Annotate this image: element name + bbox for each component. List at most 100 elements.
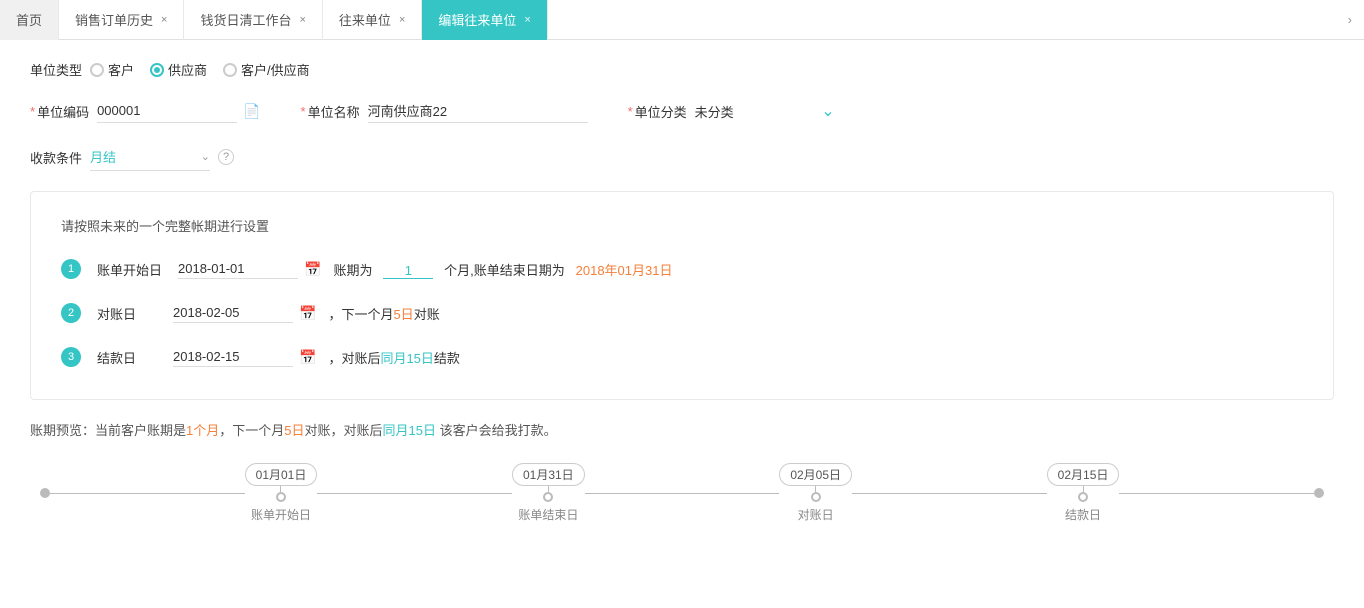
timeline-point-2: 01月31日 账单结束日 bbox=[512, 463, 585, 523]
tab-edit-contacts[interactable]: 编辑往来单位 × bbox=[422, 0, 547, 40]
unit-code-label: 单位编码 bbox=[37, 102, 89, 121]
timeline-dot-4 bbox=[1078, 492, 1088, 502]
unit-type-label: 单位类型 bbox=[30, 60, 82, 79]
payment-terms-item: 收款条件 月结 ⌄ ? bbox=[30, 143, 234, 171]
period-desc-prefix: 账期为 bbox=[333, 263, 372, 278]
unit-code-input[interactable] bbox=[97, 99, 237, 123]
period-start-desc: 账期为 个月,账单结束日期为 2018年01月31日 bbox=[333, 260, 672, 279]
timeline-point-3: 02月05日 对账日 bbox=[779, 463, 852, 523]
preview-prefix: 账期预览：当前客户账期是 bbox=[30, 423, 186, 438]
payment-terms-arrow-icon: ⌄ bbox=[201, 150, 210, 163]
preview-part2: 5日 bbox=[284, 423, 304, 438]
tab-cashflow-label: 钱货日清工作台 bbox=[200, 10, 291, 29]
unit-category-item: * 单位分类 未分类 ⌄ bbox=[628, 101, 835, 121]
period-payment-desc: ，对账后同月15日结款 bbox=[328, 348, 460, 367]
period-reconcile-date-input[interactable] bbox=[173, 303, 293, 323]
unit-code-item: * 单位编码 📄 bbox=[30, 99, 261, 123]
timeline-date-4: 02月15日 bbox=[1047, 463, 1120, 486]
period-start-calendar-icon[interactable]: 📅 bbox=[304, 261, 321, 278]
period-reconcile-prefix: ，下一个月 bbox=[328, 307, 393, 322]
tab-contacts-label: 往来单位 bbox=[339, 10, 391, 29]
unit-info-row: * 单位编码 📄 * 单位名称 * 单位分类 未分类 ⌄ bbox=[30, 99, 1334, 123]
period-months-input[interactable] bbox=[383, 263, 433, 279]
unit-category-select[interactable]: 未分类 ⌄ bbox=[695, 101, 835, 121]
period-reconcile-suffix: 对账 bbox=[414, 307, 440, 322]
radio-supplier-label: 供应商 bbox=[168, 60, 207, 79]
period-card: 请按照未来的一个完整帐期进行设置 1 账单开始日 📅 账期为 个月,账单结束日期… bbox=[30, 191, 1334, 400]
unit-code-star: * bbox=[30, 104, 35, 119]
preview-mid1: ，下一个月 bbox=[219, 423, 284, 438]
tab-contacts[interactable]: 往来单位 × bbox=[323, 0, 422, 40]
tab-cashflow[interactable]: 钱货日清工作台 × bbox=[184, 0, 322, 40]
radio-customer-circle bbox=[90, 63, 104, 77]
tab-cashflow-close[interactable]: × bbox=[299, 14, 305, 26]
period-end-date-highlight: 2018年01月31日 bbox=[576, 263, 673, 278]
tabs-bar: 首页 销售订单历史 × 钱货日清工作台 × 往来单位 × 编辑往来单位 × › bbox=[0, 0, 1364, 40]
unit-category-star: * bbox=[628, 104, 633, 119]
unit-category-label: 单位分类 bbox=[635, 102, 687, 121]
unit-type-row: 单位类型 客户 供应商 客户/供应商 bbox=[30, 60, 1334, 79]
unit-type-radio-group: 客户 供应商 客户/供应商 bbox=[90, 60, 310, 79]
payment-terms-help-icon[interactable]: ? bbox=[218, 149, 234, 165]
timeline-line-4 bbox=[852, 493, 1047, 494]
period-row-3: 3 结款日 📅 ，对账后同月15日结款 bbox=[61, 347, 1303, 367]
timeline-date-1: 01月01日 bbox=[245, 463, 318, 486]
preview-mid2: 对账，对账后 bbox=[305, 423, 383, 438]
radio-both-circle bbox=[223, 63, 237, 77]
period-card-title: 请按照未来的一个完整帐期进行设置 bbox=[61, 216, 1303, 235]
period-payment-prefix: ，对账后 bbox=[328, 351, 380, 366]
period-payment-highlight: 同月15日 bbox=[380, 351, 433, 366]
tab-edit-contacts-close[interactable]: × bbox=[524, 14, 530, 26]
tab-expand-button[interactable]: › bbox=[1336, 0, 1364, 40]
timeline-label-1: 账单开始日 bbox=[251, 506, 311, 523]
payment-terms-value: 月结 bbox=[90, 147, 195, 166]
radio-customer-label: 客户 bbox=[108, 60, 134, 79]
category-arrow-icon: ⌄ bbox=[821, 101, 834, 121]
timeline-date-2: 01月31日 bbox=[512, 463, 585, 486]
timeline-dot-3 bbox=[811, 492, 821, 502]
unit-code-icon[interactable]: 📄 bbox=[243, 103, 260, 120]
tab-home-label: 首页 bbox=[16, 10, 42, 29]
main-content: 单位类型 客户 供应商 客户/供应商 * 单位编码 bbox=[0, 40, 1364, 608]
timeline-date-3: 02月05日 bbox=[779, 463, 852, 486]
timeline-start-dot bbox=[40, 488, 50, 498]
period-reconcile-highlight: 5日 bbox=[393, 307, 413, 322]
payment-terms-row: 收款条件 月结 ⌄ ? bbox=[30, 143, 1334, 171]
tab-home[interactable]: 首页 bbox=[0, 0, 59, 40]
tab-sales-label: 销售订单历史 bbox=[75, 10, 153, 29]
tab-sales-close[interactable]: × bbox=[161, 14, 167, 26]
period-reconcile-desc: ，下一个月5日对账 bbox=[328, 304, 439, 323]
period-num-1: 1 bbox=[61, 259, 81, 279]
timeline-label-4: 结款日 bbox=[1065, 506, 1101, 523]
timeline-end-dot bbox=[1314, 488, 1324, 498]
timeline-point-1: 01月01日 账单开始日 bbox=[245, 463, 318, 523]
period-start-date-input[interactable] bbox=[178, 259, 298, 279]
period-num-3: 3 bbox=[61, 347, 81, 367]
payment-terms-select[interactable]: 月结 ⌄ bbox=[90, 143, 210, 171]
radio-both[interactable]: 客户/供应商 bbox=[223, 60, 310, 79]
period-payment-calendar-icon[interactable]: 📅 bbox=[299, 349, 316, 366]
period-reconcile-calendar-icon[interactable]: 📅 bbox=[299, 305, 316, 322]
unit-name-input[interactable] bbox=[368, 99, 588, 123]
timeline-line-5 bbox=[1119, 493, 1314, 494]
radio-both-label: 客户/供应商 bbox=[241, 60, 310, 79]
timeline-dot-2 bbox=[543, 492, 553, 502]
timeline-line-3 bbox=[585, 493, 780, 494]
period-reconcile-label: 对账日 bbox=[97, 304, 157, 323]
tab-contacts-close[interactable]: × bbox=[399, 14, 405, 26]
radio-customer[interactable]: 客户 bbox=[90, 60, 134, 79]
timeline-dot-1 bbox=[276, 492, 286, 502]
unit-name-label: 单位名称 bbox=[308, 102, 360, 121]
unit-name-star: * bbox=[301, 104, 306, 119]
preview-part3: 同月15日 bbox=[383, 423, 436, 438]
timeline-line-2 bbox=[317, 493, 512, 494]
period-payment-date-input[interactable] bbox=[173, 347, 293, 367]
timeline-label-2: 账单结束日 bbox=[518, 506, 578, 523]
unit-name-item: * 单位名称 bbox=[301, 99, 588, 123]
timeline-point-4: 02月15日 结款日 bbox=[1047, 463, 1120, 523]
timeline-label-3: 对账日 bbox=[798, 506, 834, 523]
tab-sales-history[interactable]: 销售订单历史 × bbox=[59, 0, 184, 40]
radio-supplier-circle bbox=[150, 63, 164, 77]
radio-supplier[interactable]: 供应商 bbox=[150, 60, 207, 79]
unit-type-item: 单位类型 客户 供应商 客户/供应商 bbox=[30, 60, 310, 79]
